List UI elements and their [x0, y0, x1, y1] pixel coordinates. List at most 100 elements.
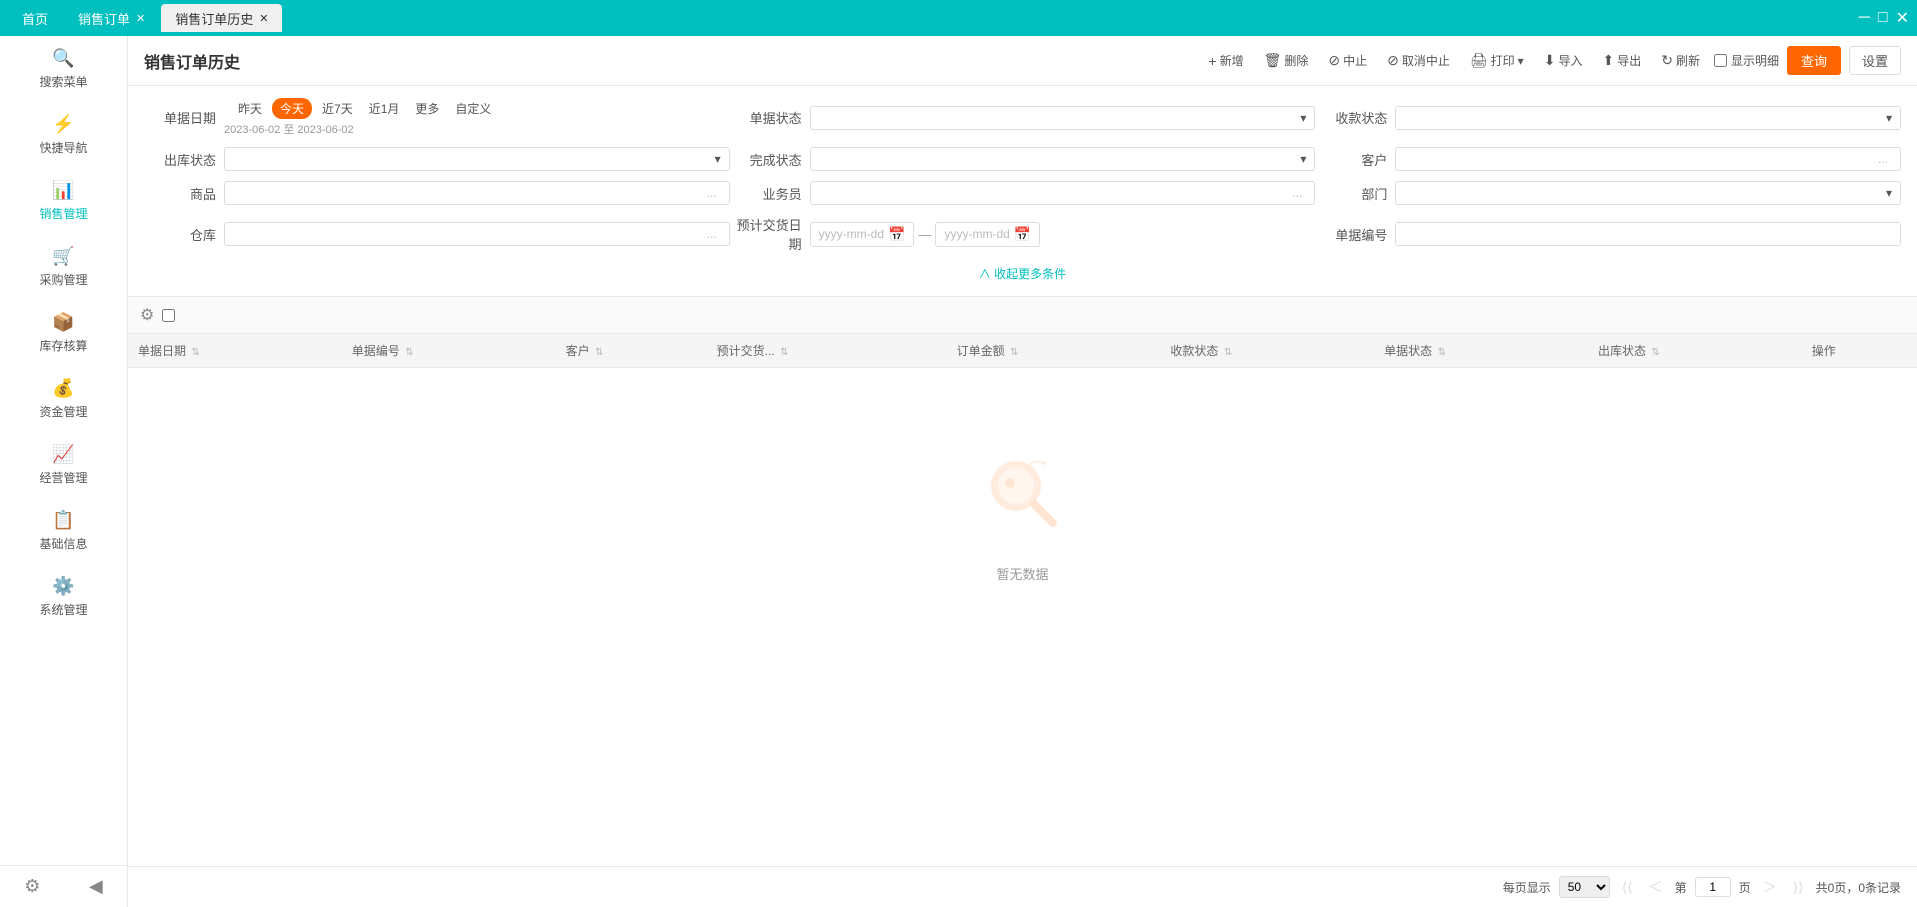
sidebar-item-system-mgmt-label: 系统管理	[39, 601, 87, 618]
sidebar-item-quick-nav[interactable]: ⚡ 快捷导航	[0, 102, 127, 168]
date-more[interactable]: 更多	[409, 98, 445, 119]
system-mgmt-icon: ⚙️	[52, 576, 74, 597]
cancel-stop-button[interactable]: ⊘ 取消中止	[1381, 48, 1456, 73]
print-dropdown-icon[interactable]: ▾	[1518, 54, 1524, 68]
delete-button[interactable]: 🗑 删除	[1258, 48, 1315, 73]
tab-sales-order-close[interactable]: ✕	[136, 12, 145, 25]
delivery-date-start-picker[interactable]: yyyy-mm-dd 📅	[810, 222, 915, 247]
minimize-button[interactable]: ─	[1859, 9, 1870, 27]
payment-status-select[interactable]: ▾	[1395, 106, 1901, 130]
date-custom[interactable]: 自定义	[449, 98, 497, 119]
table-settings-icon[interactable]: ⚙	[140, 305, 154, 325]
sort-bill-status-icon[interactable]: ⇅	[1438, 347, 1446, 358]
sidebar-toggle-icon[interactable]: ◀	[89, 876, 103, 897]
last-page-button[interactable]: ⟩⟩	[1789, 877, 1808, 898]
out-status-select[interactable]: ▾	[224, 147, 730, 171]
filter-goods-group: 商品 ...	[144, 181, 730, 205]
bill-no-input[interactable]	[1395, 222, 1901, 246]
salesman-ellipsis[interactable]: ...	[1288, 186, 1306, 200]
sidebar-item-operations[interactable]: 📈 经营管理	[0, 432, 127, 498]
refresh-icon: ↻	[1661, 52, 1673, 69]
sidebar-item-basic-info-label: 基础信息	[39, 535, 87, 552]
maximize-button[interactable]: □	[1878, 9, 1888, 27]
filter-row-3: 商品 ... 业务员 ... 部门	[144, 181, 1901, 205]
import-icon: ⬇	[1544, 52, 1556, 69]
operations-icon: 📈	[52, 444, 74, 465]
sort-customer-icon[interactable]: ⇅	[595, 347, 603, 358]
sidebar-item-finance[interactable]: 💰 资金管理	[0, 366, 127, 432]
import-button[interactable]: ⬇ 导入	[1538, 48, 1589, 73]
payment-status-label: 收款状态	[1315, 108, 1395, 127]
sales-mgmt-icon: 📊	[52, 180, 74, 201]
sidebar-settings-icon[interactable]: ⚙	[24, 876, 40, 897]
empty-state: 暂无数据	[128, 368, 1917, 663]
tab-sales-order-history-close[interactable]: ✕	[259, 12, 268, 25]
new-button[interactable]: + 新增	[1202, 48, 1249, 73]
prev-page-button[interactable]: ＜	[1645, 875, 1667, 899]
close-button[interactable]: ✕	[1896, 8, 1909, 28]
sort-bill-no-icon[interactable]: ⇅	[405, 347, 413, 358]
query-button[interactable]: 查询	[1787, 46, 1841, 75]
goods-ellipsis[interactable]: ...	[703, 186, 721, 200]
sidebar-item-purchase-mgmt-label: 采购管理	[39, 271, 87, 288]
toolbar: + 新增 🗑 删除 ⊘ 中止 ⊘ 取消中止 🖨 打印	[1202, 46, 1901, 75]
sort-order-amount-icon[interactable]: ⇅	[1010, 347, 1018, 358]
customer-ellipsis[interactable]: ...	[1874, 152, 1892, 166]
refresh-button[interactable]: ↻ 刷新	[1655, 48, 1706, 73]
tab-home[interactable]: 首页	[8, 4, 62, 32]
sidebar-item-sales-mgmt[interactable]: 📊 销售管理	[0, 168, 127, 234]
settings-button[interactable]: 设置	[1849, 46, 1901, 75]
cancel-stop-icon: ⊘	[1387, 52, 1399, 69]
sort-bill-date-icon[interactable]: ⇅	[191, 347, 199, 358]
sidebar-item-inventory[interactable]: 📦 库存核算	[0, 300, 127, 366]
collapse-btn[interactable]: ∧ 收起更多条件	[144, 263, 1901, 284]
sort-out-status-icon[interactable]: ⇅	[1651, 347, 1659, 358]
stop-button[interactable]: ⊘ 中止	[1322, 48, 1373, 73]
out-status-dropdown-icon: ▾	[715, 152, 721, 166]
dept-select[interactable]: ▾	[1395, 181, 1901, 205]
date-today[interactable]: 今天	[272, 98, 312, 119]
date-1month[interactable]: 近1月	[363, 98, 406, 119]
page-size-select[interactable]: 50 10 20 100	[1559, 876, 1610, 898]
date-7days[interactable]: 近7天	[316, 98, 359, 119]
sidebar-item-search-menu[interactable]: 🔍 搜索菜单	[0, 36, 127, 102]
col-bill-status: 单据状态 ⇅	[1374, 334, 1588, 368]
tab-sales-order-history[interactable]: 销售订单历史 ✕	[161, 4, 282, 32]
data-table: 单据日期 ⇅ 单据编号 ⇅ 客户 ⇅ 预计交货...	[128, 334, 1917, 368]
select-all-checkbox[interactable]	[162, 309, 175, 322]
filter-payment-status-group: 收款状态 ▾	[1315, 106, 1901, 130]
customer-input[interactable]: ...	[1395, 147, 1901, 171]
tab-sales-order[interactable]: 销售订单 ✕	[64, 4, 159, 32]
sidebar-bottom: ⚙ ◀	[0, 865, 127, 907]
warehouse-ellipsis[interactable]: ...	[703, 227, 721, 241]
delivery-date-end-calendar-icon[interactable]: 📅	[1014, 226, 1031, 243]
sidebar-item-purchase-mgmt[interactable]: 🛒 采购管理	[0, 234, 127, 300]
show-detail-checkbox[interactable]	[1714, 54, 1727, 67]
page-input[interactable]	[1695, 877, 1731, 897]
basic-info-icon: 📋	[52, 510, 74, 531]
sidebar-item-basic-info[interactable]: 📋 基础信息	[0, 498, 127, 564]
sidebar-item-finance-label: 资金管理	[39, 403, 87, 420]
col-delivery-date: 预计交货... ⇅	[707, 334, 947, 368]
sort-delivery-date-icon[interactable]: ⇅	[780, 347, 788, 358]
delivery-date-end-picker[interactable]: yyyy-mm-dd 📅	[935, 222, 1040, 247]
first-page-button[interactable]: ⟨⟨	[1618, 877, 1637, 898]
delivery-date-start-calendar-icon[interactable]: 📅	[888, 226, 905, 243]
filter-row-1: 单据日期 昨天 今天 近7天 近1月 更多 自定义 2023-06-02 至 2…	[144, 98, 1901, 137]
bill-status-select[interactable]: ▾	[810, 106, 1316, 130]
show-detail-checkbox-label[interactable]: 显示明细	[1714, 52, 1779, 69]
sort-payment-status-icon[interactable]: ⇅	[1224, 347, 1232, 358]
date-yesterday[interactable]: 昨天	[232, 98, 268, 119]
sidebar-item-system-mgmt[interactable]: ⚙️ 系统管理	[0, 564, 127, 630]
warehouse-input[interactable]: ...	[224, 222, 730, 246]
date-range-text: 2023-06-02 至 2023-06-02	[224, 121, 497, 137]
customer-label: 客户	[1315, 150, 1395, 169]
table-toolbar: ⚙	[128, 297, 1917, 334]
print-button[interactable]: 🖨 打印 ▾	[1464, 48, 1530, 73]
dept-dropdown-icon: ▾	[1886, 186, 1892, 200]
export-button[interactable]: ⬆ 导出	[1596, 48, 1647, 73]
salesman-input[interactable]: ...	[810, 181, 1316, 205]
next-page-button[interactable]: ＞	[1759, 875, 1781, 899]
goods-input[interactable]: ...	[224, 181, 730, 205]
complete-status-select[interactable]: ▾	[810, 147, 1316, 171]
